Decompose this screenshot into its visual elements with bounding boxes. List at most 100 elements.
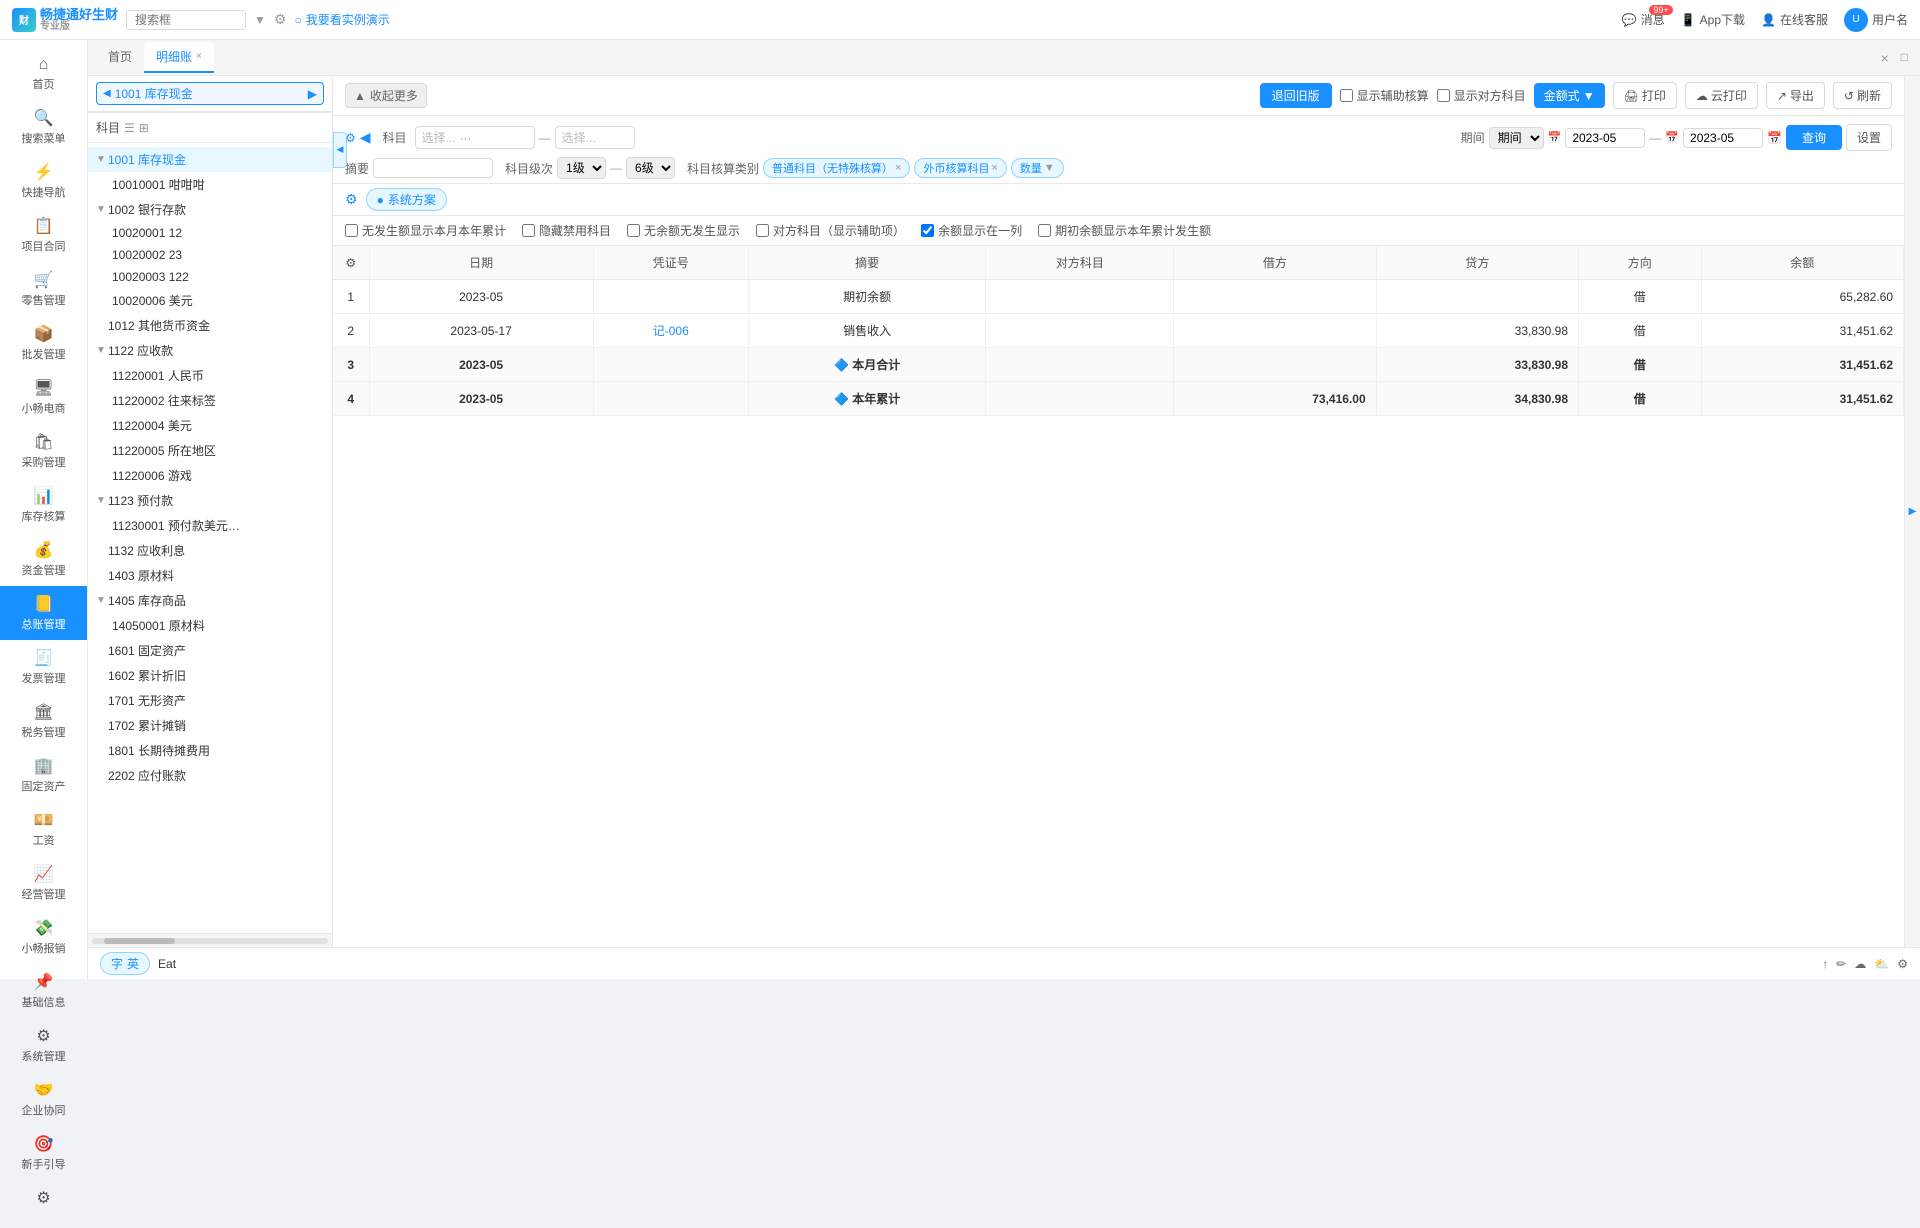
- cb-opposite-subject[interactable]: 对方科目（显示辅助项）: [756, 222, 905, 239]
- show-opposite-check[interactable]: 显示对方科目: [1437, 87, 1526, 104]
- sidebar-item-finance[interactable]: 💰 资金管理: [0, 532, 87, 586]
- tree-item-10010001[interactable]: 10010001 咁咁咁: [88, 172, 332, 197]
- sidebar-item-invoice[interactable]: 🧾 发票管理: [0, 640, 87, 694]
- sidebar-item-ledger[interactable]: 📒 总账管理: [0, 586, 87, 640]
- search-input[interactable]: [126, 10, 246, 30]
- tag-close-ordinary[interactable]: ×: [895, 162, 901, 174]
- export-button[interactable]: ↗ 导出: [1766, 82, 1825, 109]
- setting-button[interactable]: 设置: [1846, 124, 1892, 151]
- tree-item-1801[interactable]: ▶ 1801 长期待摊费用: [88, 738, 332, 763]
- tree-item-1122[interactable]: ▼ 1122 应收款: [88, 338, 332, 363]
- tree-item-11220002[interactable]: 11220002 往来标签: [88, 388, 332, 413]
- sidebar-item-ecommerce[interactable]: 🖥 小畅电商: [0, 370, 87, 424]
- demo-button[interactable]: ○ 我要看实例演示: [294, 11, 389, 28]
- status-cloud-icon[interactable]: ☁: [1854, 957, 1866, 971]
- tab-home[interactable]: 首页: [96, 42, 144, 73]
- sidebar-item-operations[interactable]: 📈 经营管理: [0, 856, 87, 910]
- sidebar-item-guide[interactable]: 🎯 新手引导: [0, 1126, 87, 1180]
- tree-item-11220005[interactable]: 11220005 所在地区: [88, 438, 332, 463]
- tree-item-14050001[interactable]: 14050001 原材料: [88, 613, 332, 638]
- status-gear-icon[interactable]: ⚙: [1897, 957, 1908, 971]
- period-type-select[interactable]: 期间: [1489, 127, 1544, 149]
- tree-item-10020003[interactable]: 10020003 122: [88, 266, 332, 288]
- tree-item-1602[interactable]: ▶ 1602 累计折旧: [88, 663, 332, 688]
- show-aux-check[interactable]: 显示辅助核算: [1340, 87, 1429, 104]
- tree-item-1405[interactable]: ▼ 1405 库存商品: [88, 588, 332, 613]
- amount-format-button[interactable]: 金额式 ▼: [1534, 83, 1605, 108]
- message-action[interactable]: 💬 消息 99+: [1622, 11, 1665, 28]
- tree-item-11220001[interactable]: 11220001 人民币: [88, 363, 332, 388]
- sidebar-item-basic[interactable]: 📌 基础信息: [0, 964, 87, 1018]
- expand-more-button[interactable]: ▲ 收起更多: [345, 83, 427, 108]
- show-opposite-checkbox[interactable]: [1437, 89, 1450, 102]
- status-up-icon[interactable]: ↑: [1822, 957, 1828, 971]
- tree-item-1012[interactable]: ▶ 1012 其他货币资金: [88, 313, 332, 338]
- tree-item-10020001[interactable]: 10020001 12: [88, 222, 332, 244]
- tree-item-10020006[interactable]: 10020006 美元: [88, 288, 332, 313]
- online-service-action[interactable]: 👤 在线客服: [1761, 11, 1828, 28]
- dropdown-icon[interactable]: ▼: [254, 13, 266, 27]
- col-gear[interactable]: ⚙: [333, 246, 369, 280]
- system-scheme-button[interactable]: ● 系统方案: [366, 188, 447, 211]
- filter-icon[interactable]: ⚙: [345, 191, 358, 208]
- level-from-select[interactable]: 1级: [557, 157, 606, 179]
- show-aux-checkbox[interactable]: [1340, 89, 1353, 102]
- tree-item-2202[interactable]: ▶ 2202 应付账款: [88, 763, 332, 788]
- sidebar-item-collab[interactable]: 🤝 企业协同: [0, 1072, 87, 1126]
- sidebar-item-settings[interactable]: ⚙: [32, 1180, 54, 1216]
- sidebar-item-purchase[interactable]: 🛍 采购管理: [0, 424, 87, 478]
- row-voucher-2[interactable]: 记-006: [593, 314, 748, 348]
- window-expand-icon[interactable]: □: [1897, 50, 1912, 66]
- tab-detail[interactable]: 明细账 ×: [144, 42, 214, 73]
- settings-icon[interactable]: ⚙: [274, 11, 287, 28]
- refresh-button[interactable]: ↺ 刷新: [1833, 82, 1892, 109]
- cb-balance-one-col[interactable]: 余额显示在一列: [921, 222, 1022, 239]
- tag-close-quantity[interactable]: ▼: [1044, 162, 1055, 174]
- cb-no-transaction[interactable]: 无发生额显示本月本年累计: [345, 222, 506, 239]
- tree-item-1702[interactable]: ▶ 1702 累计摊销: [88, 713, 332, 738]
- tree-item-11230001[interactable]: 11230001 预付款美元…: [88, 513, 332, 538]
- status-cloud2-icon[interactable]: ⛅: [1874, 957, 1889, 971]
- cb-hide-disabled[interactable]: 隐藏禁用科目: [522, 222, 611, 239]
- status-edit-icon[interactable]: ✏: [1836, 957, 1846, 971]
- tree-item-1002[interactable]: ▼ 1002 银行存款: [88, 197, 332, 222]
- forward-arrow-icon[interactable]: ▶: [308, 87, 317, 101]
- tree-item-1701[interactable]: ▶ 1701 无形资产: [88, 688, 332, 713]
- sidebar-item-tax[interactable]: 🏛 税务管理: [0, 694, 87, 748]
- cb-balance-one-col-input[interactable]: [921, 224, 934, 237]
- sidebar-item-retail[interactable]: 🛒 零售管理: [0, 262, 87, 316]
- level-to-select[interactable]: 6级: [626, 157, 675, 179]
- tree-item-10020002[interactable]: 10020002 23: [88, 244, 332, 266]
- cb-opening-balance-input[interactable]: [1038, 224, 1051, 237]
- window-close-icon[interactable]: ×: [1877, 50, 1893, 66]
- list-view-icon[interactable]: ☰: [124, 121, 135, 135]
- cb-no-balance[interactable]: 无余额无发生显示: [627, 222, 740, 239]
- print-button[interactable]: 🖨 打印: [1613, 82, 1677, 109]
- back-old-version-button[interactable]: 退回旧版: [1260, 83, 1332, 108]
- cb-opening-balance[interactable]: 期初余额显示本年累计发生额: [1038, 222, 1211, 239]
- sidebar-item-salary[interactable]: 💴 工资: [0, 802, 87, 856]
- sidebar-item-search[interactable]: 🔍 搜索菜单: [0, 100, 87, 154]
- cb-no-transaction-input[interactable]: [345, 224, 358, 237]
- translate-button[interactable]: 字 英: [100, 952, 150, 975]
- right-edge-collapse[interactable]: ▶: [1904, 76, 1920, 947]
- sidebar-item-project[interactable]: 📋 项目合同: [0, 208, 87, 262]
- sidebar-item-expense[interactable]: 💸 小畅报销: [0, 910, 87, 964]
- tree-item-11220006[interactable]: 11220006 游戏: [88, 463, 332, 488]
- left-collapse-toggle[interactable]: ◀: [333, 132, 347, 168]
- filter-sort-icon[interactable]: ◀: [360, 129, 371, 146]
- sidebar-item-assets[interactable]: 🏢 固定资产: [0, 748, 87, 802]
- cb-opposite-subject-input[interactable]: [756, 224, 769, 237]
- tree-item-1132[interactable]: ▶ 1132 应收利息: [88, 538, 332, 563]
- sidebar-item-inventory[interactable]: 📊 库存核算: [0, 478, 87, 532]
- tree-view-icon[interactable]: ⊞: [139, 121, 149, 135]
- cb-no-balance-input[interactable]: [627, 224, 640, 237]
- sidebar-item-system[interactable]: ⚙ 系统管理: [0, 1018, 87, 1072]
- tab-close-icon[interactable]: ×: [196, 51, 202, 62]
- sidebar-item-quicknav[interactable]: ⚡ 快捷导航: [0, 154, 87, 208]
- user-action[interactable]: U 用户名: [1844, 8, 1908, 32]
- tag-close-foreign[interactable]: ×: [991, 162, 997, 174]
- cb-hide-disabled-input[interactable]: [522, 224, 535, 237]
- period-start-input[interactable]: [1565, 128, 1645, 148]
- tree-item-1403[interactable]: ▶ 1403 原材料: [88, 563, 332, 588]
